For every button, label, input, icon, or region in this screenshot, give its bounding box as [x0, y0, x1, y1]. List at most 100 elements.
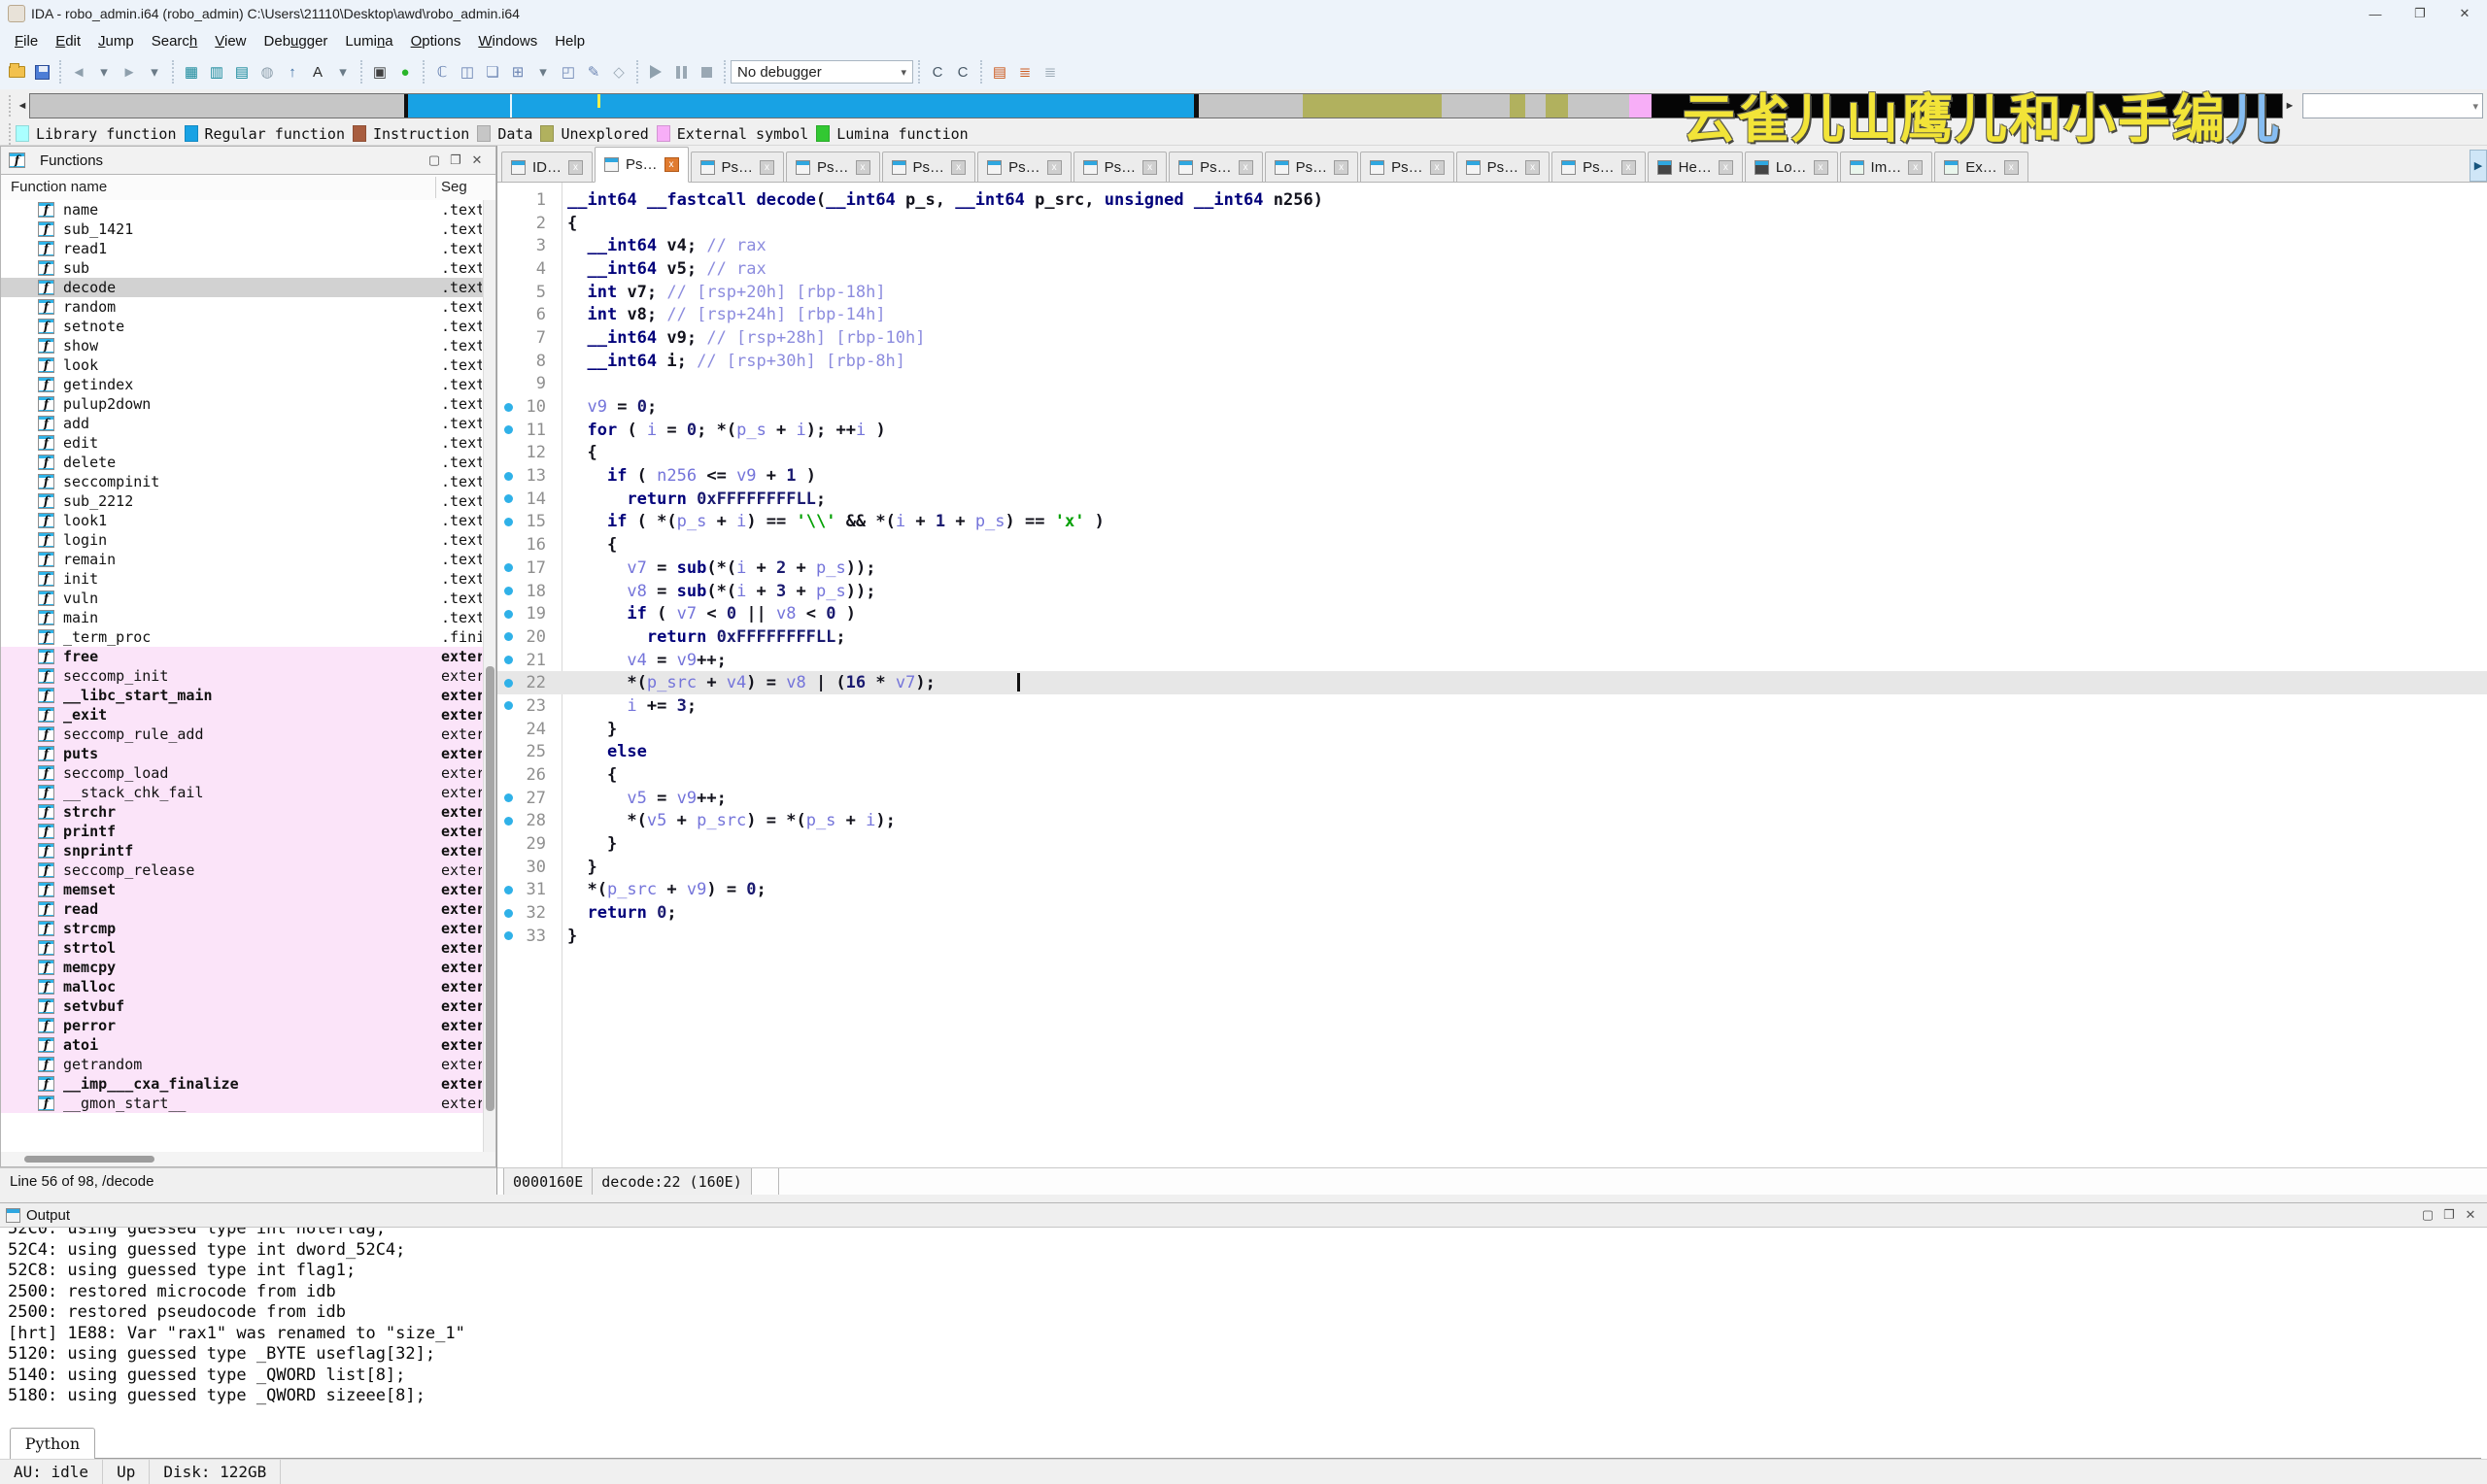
tab-pseudocode[interactable]: Ps… x	[1073, 152, 1168, 182]
function-row[interactable]: f getrandom extern	[1, 1055, 495, 1074]
output-window-icon[interactable]: ▤	[988, 60, 1011, 84]
start-process-icon[interactable]	[644, 60, 667, 84]
tab-pseudocode[interactable]: Ps… x	[1360, 152, 1454, 182]
function-row[interactable]: ffree extern	[1, 647, 495, 666]
output-log[interactable]: 52C0: using guessed type int noteflag; 52…	[0, 1228, 2487, 1422]
stop-process-icon[interactable]	[695, 60, 718, 84]
debugger-combo[interactable]: No debugger ▾	[731, 60, 913, 84]
code-line[interactable]: 16 {	[497, 533, 2487, 556]
code-line[interactable]: 20 return 0xFFFFFFFFLL;	[497, 625, 2487, 649]
function-row[interactable]: fprintf extern	[1, 822, 495, 841]
tab-close-icon[interactable]: x	[1046, 159, 1062, 175]
tab-pseudocode[interactable]: Ps… x	[786, 152, 880, 182]
function-row[interactable]: f seccomp_load extern	[1, 763, 495, 783]
function-row[interactable]: f look .text	[1, 355, 495, 375]
function-row[interactable]: f look1 .text	[1, 511, 495, 530]
function-row[interactable]: f __stack_chk_fail extern	[1, 783, 495, 802]
code-line[interactable]: 28 *(v5 + p_src) = *(p_s + i);	[497, 810, 2487, 833]
function-row[interactable]: fstrtol extern	[1, 938, 495, 958]
function-row[interactable]: fstrchr extern	[1, 802, 495, 822]
function-row[interactable]: f setvbuf extern	[1, 996, 495, 1016]
scrollbar-thumb[interactable]	[486, 666, 494, 1111]
step-over-list-icon[interactable]: ≣	[1039, 60, 1062, 84]
tab-pseudocode[interactable]: Ps… x	[1169, 152, 1263, 182]
modules-window-icon[interactable]: ⊞	[506, 60, 529, 84]
function-row[interactable]: f edit .text	[1, 433, 495, 453]
run-to-cursor-icon[interactable]: C	[926, 60, 949, 84]
menu-lumina[interactable]: Lumina	[336, 30, 401, 52]
maximize-button[interactable]: ❐	[2398, 0, 2442, 27]
code-line[interactable]: 11 for ( i = 0; *(p_s + i); ++i )	[497, 419, 2487, 442]
tab-close-icon[interactable]: x	[1334, 159, 1349, 175]
function-row[interactable]: f pulup2down .text	[1, 394, 495, 414]
function-row[interactable]: f sub_1421 .text	[1, 219, 495, 239]
tab-pseudocode-active[interactable]: Ps… x	[595, 147, 689, 183]
save-file-icon[interactable]	[30, 60, 53, 84]
tab-pseudocode[interactable]: Ps… x	[1551, 152, 1646, 182]
tab-pseudocode[interactable]: Ps… x	[1264, 152, 1359, 182]
tab-close-icon[interactable]: x	[855, 159, 870, 175]
code-line[interactable]: 15 if ( *(p_s + i) == '\\' && *(i + 1 + …	[497, 511, 2487, 534]
function-row[interactable]: f __libc_start_main extern	[1, 686, 495, 705]
pause-process-icon[interactable]	[669, 60, 693, 84]
jump-address-icon[interactable]: ↑	[281, 60, 304, 84]
font-icon[interactable]: A	[306, 60, 329, 84]
menu-jump[interactable]: Jump	[89, 30, 143, 52]
function-row[interactable]: f __imp___cxa_finalize extern	[1, 1074, 495, 1094]
function-row[interactable]: f snprintf extern	[1, 841, 495, 860]
function-row[interactable]: fperror extern	[1, 1016, 495, 1035]
function-row[interactable]: f __gmon_start__ extern	[1, 1094, 495, 1113]
function-row[interactable]: f sub_2212 .text	[1, 491, 495, 511]
debug-dropdown-icon[interactable]: ▾	[531, 60, 555, 84]
panel-float-icon[interactable]: ❐	[445, 152, 466, 168]
menu-edit[interactable]: Edit	[47, 30, 89, 52]
tab-pseudocode[interactable]: Ps… x	[881, 152, 976, 182]
column-divider[interactable]	[435, 177, 436, 198]
tab-pseudocode[interactable]: Ps… x	[1455, 152, 1550, 182]
code-line[interactable]: 23 i += 3;	[497, 694, 2487, 718]
functions-horizontal-scrollbar[interactable]	[0, 1152, 496, 1167]
minimize-button[interactable]: —	[2353, 0, 2398, 27]
function-row[interactable]: f getindex .text	[1, 375, 495, 394]
function-row[interactable]: f vuln .text	[1, 589, 495, 608]
code-line[interactable]: 9	[497, 373, 2487, 396]
column-seg[interactable]: Seg	[441, 179, 467, 195]
diamond-icon[interactable]: ◇	[607, 60, 630, 84]
close-button[interactable]: ✕	[2442, 0, 2487, 27]
tab-local-types[interactable]: Lo… x	[1744, 152, 1838, 182]
pseudocode-view[interactable]: 1 __int64 __fastcall decode(__int64 p_s, …	[497, 183, 2487, 1167]
function-row[interactable]: f read1 .text	[1, 239, 495, 258]
jump-back-icon[interactable]: ◄	[67, 60, 90, 84]
code-line[interactable]: 32 return 0;	[497, 901, 2487, 925]
function-row[interactable]: f remain .text	[1, 550, 495, 569]
tab-scroll-right-icon[interactable]: ▶	[2470, 150, 2487, 182]
tab-ida-view[interactable]: ID… x	[501, 152, 593, 182]
jump-back-dropdown-icon[interactable]: ▾	[92, 60, 116, 84]
function-row[interactable]: f _exit extern	[1, 705, 495, 725]
function-row[interactable]: f init .text	[1, 569, 495, 589]
function-row[interactable]: f seccomp_rule_add extern	[1, 725, 495, 744]
run-until-return-icon[interactable]: C	[951, 60, 974, 84]
menu-file[interactable]: File	[6, 30, 47, 52]
code-line[interactable]: 18 v8 = sub(*(i + 3 + p_s));	[497, 580, 2487, 603]
tab-close-icon[interactable]: x	[1238, 159, 1253, 175]
code-line[interactable]: 10 v9 = 0;	[497, 395, 2487, 419]
function-row[interactable]: f sub .text	[1, 258, 495, 278]
open-names-icon[interactable]: ◍	[256, 60, 279, 84]
tab-close-icon[interactable]: x	[1142, 159, 1158, 175]
functions-list-header[interactable]: Function name Seg	[0, 175, 496, 200]
tab-close-icon[interactable]: x	[1908, 159, 1924, 175]
horizontal-splitter[interactable]	[0, 1195, 2487, 1202]
tab-close-icon[interactable]: x	[951, 159, 967, 175]
open-file-icon[interactable]	[5, 60, 28, 84]
code-line[interactable]: 24 }	[497, 718, 2487, 741]
edit-trace-icon[interactable]: ✎	[582, 60, 605, 84]
menu-windows[interactable]: Windows	[469, 30, 546, 52]
code-line[interactable]: 6 int v8; // [rsp+24h] [rbp-14h]	[497, 303, 2487, 326]
function-row[interactable]: fmemcpy extern	[1, 958, 495, 977]
function-row[interactable]: fstrcmp extern	[1, 919, 495, 938]
function-row[interactable]: f seccomp_init extern	[1, 666, 495, 686]
tab-close-icon[interactable]: x	[2003, 159, 2019, 175]
code-line[interactable]: 22 *(p_src + v4) = v8 | (16 * v7);	[497, 671, 2487, 695]
python-cli-tab[interactable]: Python	[10, 1428, 95, 1459]
